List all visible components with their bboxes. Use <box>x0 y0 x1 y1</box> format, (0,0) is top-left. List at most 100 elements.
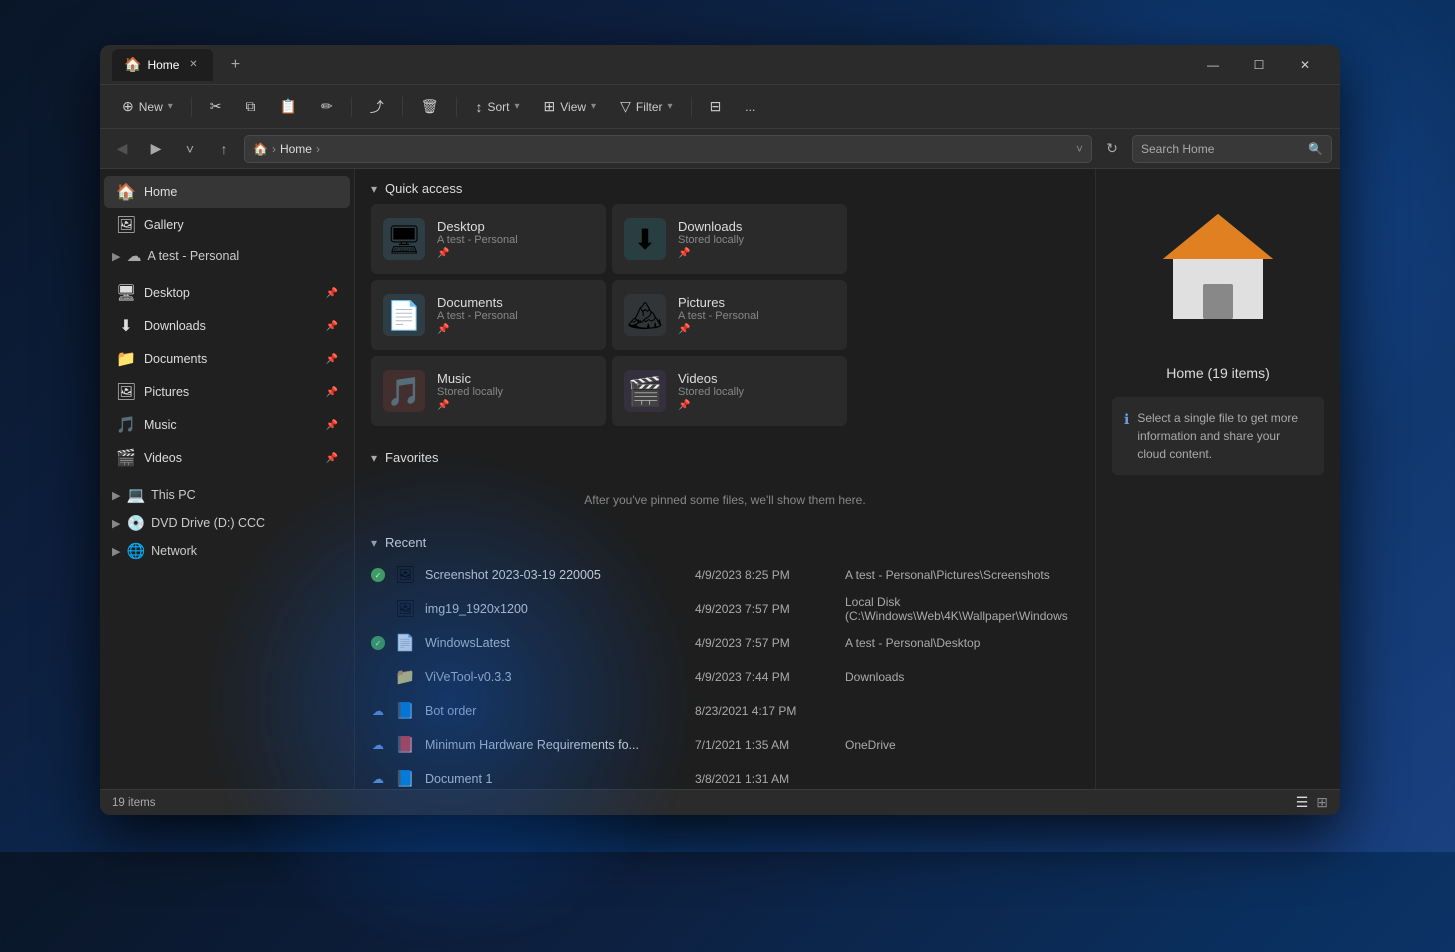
tab-home[interactable]: 🏠 Home ✕ <box>112 49 213 81</box>
toolbar-sep-4 <box>456 97 457 117</box>
qa-item-desktop[interactable]: 🖥 Desktop A test - Personal 📌 <box>371 204 606 274</box>
close-button[interactable]: ✕ <box>1282 49 1328 81</box>
tab-close-button[interactable]: ✕ <box>185 57 201 73</box>
recent-file-icon: 📕 <box>395 735 415 755</box>
share-button[interactable]: ⤴ <box>360 91 394 123</box>
qa-desktop-sub: A test - Personal <box>437 234 518 246</box>
recent-list-item[interactable]: ☁ 📘 Document 1 3/8/2021 1:31 AM <box>363 762 1087 789</box>
search-box[interactable]: Search Home 🔍 <box>1132 135 1332 163</box>
right-panel-info-box: ℹ Select a single file to get more infor… <box>1112 397 1324 475</box>
sidebar-group-thispc[interactable]: ▶ 💻 This PC <box>100 481 354 509</box>
new-tab-button[interactable]: + <box>221 51 249 79</box>
dvd-expand-icon: ▶ <box>112 517 120 530</box>
downloads-icon: ⬇ <box>116 316 136 336</box>
sort-button[interactable]: ↕ Sort ▾ <box>465 91 529 123</box>
music-label: Music <box>144 418 318 432</box>
toolbar-sep-2 <box>351 97 352 117</box>
recent-file-location: Downloads <box>845 670 904 684</box>
qa-item-pictures[interactable]: 🏔 Pictures A test - Personal 📌 <box>612 280 847 350</box>
cut-icon: ✂ <box>210 98 222 115</box>
right-panel: Home (19 items) ℹ Select a single file t… <box>1095 169 1340 789</box>
sidebar-item-home[interactable]: 🏠 Home <box>104 176 350 208</box>
maximize-button[interactable]: ☐ <box>1236 49 1282 81</box>
atest-icon: ☁ <box>126 247 141 265</box>
qa-documents-pin: 📌 <box>437 324 518 335</box>
sidebar-item-videos[interactable]: 🎬 Videos 📌 <box>104 442 350 474</box>
paste-button[interactable]: 📋 <box>270 91 307 123</box>
status-bar: 19 items ☰ ⊞ <box>100 789 1340 815</box>
paste-icon: 📋 <box>280 98 297 115</box>
new-icon: ⊕ <box>122 98 134 115</box>
search-icon: 🔍 <box>1308 142 1323 156</box>
recent-file-date: 4/9/2023 7:57 PM <box>695 636 835 650</box>
videos-icon: 🎬 <box>116 448 136 468</box>
cut-button[interactable]: ✂ <box>200 91 232 123</box>
recent-file-date: 4/9/2023 7:44 PM <box>695 670 835 684</box>
sidebar-item-downloads[interactable]: ⬇ Downloads 📌 <box>104 310 350 342</box>
quick-access-header[interactable]: ▾ Quick access <box>355 169 1095 204</box>
breadcrumb-home-label[interactable]: Home <box>280 142 312 156</box>
back-button[interactable]: ◀ <box>108 135 136 163</box>
minimize-button[interactable]: — <box>1190 49 1236 81</box>
recent-file-name: Screenshot 2023-03-19 220005 <box>425 568 685 582</box>
network-label: Network <box>151 544 197 558</box>
recent-file-location: A test - Personal\Desktop <box>845 636 980 650</box>
sidebar: 🏠 Home 🖼 Gallery ▶ ☁ A test - Personal 🖥… <box>100 169 355 789</box>
favorites-placeholder-text: After you've pinned some files, we'll sh… <box>584 493 865 507</box>
sidebar-group-atest[interactable]: ▶ ☁ A test - Personal <box>100 242 354 270</box>
breadcrumb-bar[interactable]: 🏠 › Home › ˅ <box>244 135 1092 163</box>
sidebar-item-music[interactable]: 🎵 Music 📌 <box>104 409 350 441</box>
sidebar-item-desktop[interactable]: 🖥 Desktop 📌 <box>104 277 350 309</box>
fav-chevron-icon: ▾ <box>371 451 377 465</box>
recent-status-icon <box>371 670 385 684</box>
recent-list-item[interactable]: ☁ 📘 Bot order 8/23/2021 4:17 PM <box>363 694 1087 728</box>
breadcrumb-expand-icon[interactable]: ˅ <box>1076 142 1083 156</box>
videos-label: Videos <box>144 451 318 465</box>
forward-button[interactable]: ▶ <box>142 135 170 163</box>
recent-file-date: 4/9/2023 8:25 PM <box>695 568 835 582</box>
sidebar-group-network[interactable]: ▶ 🌐 Network <box>100 537 354 565</box>
recent-list-item[interactable]: ☁ 📕 Minimum Hardware Requirements fo... … <box>363 728 1087 762</box>
qa-item-downloads[interactable]: ⬇ Downloads Stored locally 📌 <box>612 204 847 274</box>
qa-downloads-sub: Stored locally <box>678 234 744 246</box>
toolbar-sep-3 <box>402 97 403 117</box>
qa-item-music[interactable]: 🎵 Music Stored locally 📌 <box>371 356 606 426</box>
qa-item-videos[interactable]: 🎬 Videos Stored locally 📌 <box>612 356 847 426</box>
rename-button[interactable]: ✏ <box>311 91 343 123</box>
recent-header[interactable]: ▾ Recent <box>355 523 1095 558</box>
qa-videos-info: Videos Stored locally 📌 <box>678 371 744 411</box>
refresh-button[interactable]: ↻ <box>1098 135 1126 163</box>
qa-music-icon: 🎵 <box>383 370 425 412</box>
recent-list-item[interactable]: ✓ 📄 WindowsLatest 4/9/2023 7:57 PM A tes… <box>363 626 1087 660</box>
delete-button[interactable]: 🗑 <box>411 91 449 123</box>
recent-list-item[interactable]: 🖼 img19_1920x1200 4/9/2023 7:57 PM Local… <box>363 592 1087 626</box>
sidebar-group-dvd[interactable]: ▶ 💿 DVD Drive (D:) CCC <box>100 509 354 537</box>
recent-locations-button[interactable]: ˅ <box>176 135 204 163</box>
sidebar-item-gallery[interactable]: 🖼 Gallery <box>104 209 350 241</box>
recent-file-date: 7/1/2021 1:35 AM <box>695 738 835 752</box>
sidebar-item-pictures[interactable]: 🖼 Pictures 📌 <box>104 376 350 408</box>
new-button[interactable]: ⊕ New ▾ <box>112 91 183 123</box>
up-button[interactable]: ↑ <box>210 135 238 163</box>
pictures-label: Pictures <box>144 385 318 399</box>
details-button[interactable]: ⊟ <box>700 91 732 123</box>
copy-button[interactable]: ⧉ <box>236 91 266 123</box>
recent-list-item[interactable]: 📁 ViVeTool-v0.3.3 4/9/2023 7:44 PM Downl… <box>363 660 1087 694</box>
qa-music-name: Music <box>437 371 503 386</box>
grid-view-icon[interactable]: ⊞ <box>1316 794 1328 811</box>
more-button[interactable]: ... <box>735 91 765 123</box>
qa-documents-sub: A test - Personal <box>437 310 518 322</box>
sidebar-gallery-label: Gallery <box>144 218 338 232</box>
qa-pictures-info: Pictures A test - Personal 📌 <box>678 295 759 335</box>
downloads-label: Downloads <box>144 319 318 333</box>
view-button[interactable]: ⊞ View ▾ <box>534 91 607 123</box>
home-large-icon <box>1153 204 1283 334</box>
pin-icon: 📌 <box>326 288 338 299</box>
filter-button[interactable]: ▽ Filter ▾ <box>610 91 682 123</box>
sidebar-item-documents[interactable]: 📁 Documents 📌 <box>104 343 350 375</box>
recent-list-item[interactable]: ✓ 🖼 Screenshot 2023-03-19 220005 4/9/202… <box>363 558 1087 592</box>
recent-file-icon: 🖼 <box>395 565 415 585</box>
list-view-icon[interactable]: ☰ <box>1296 794 1309 811</box>
favorites-header[interactable]: ▾ Favorites <box>355 438 1095 473</box>
qa-item-documents[interactable]: 📄 Documents A test - Personal 📌 <box>371 280 606 350</box>
